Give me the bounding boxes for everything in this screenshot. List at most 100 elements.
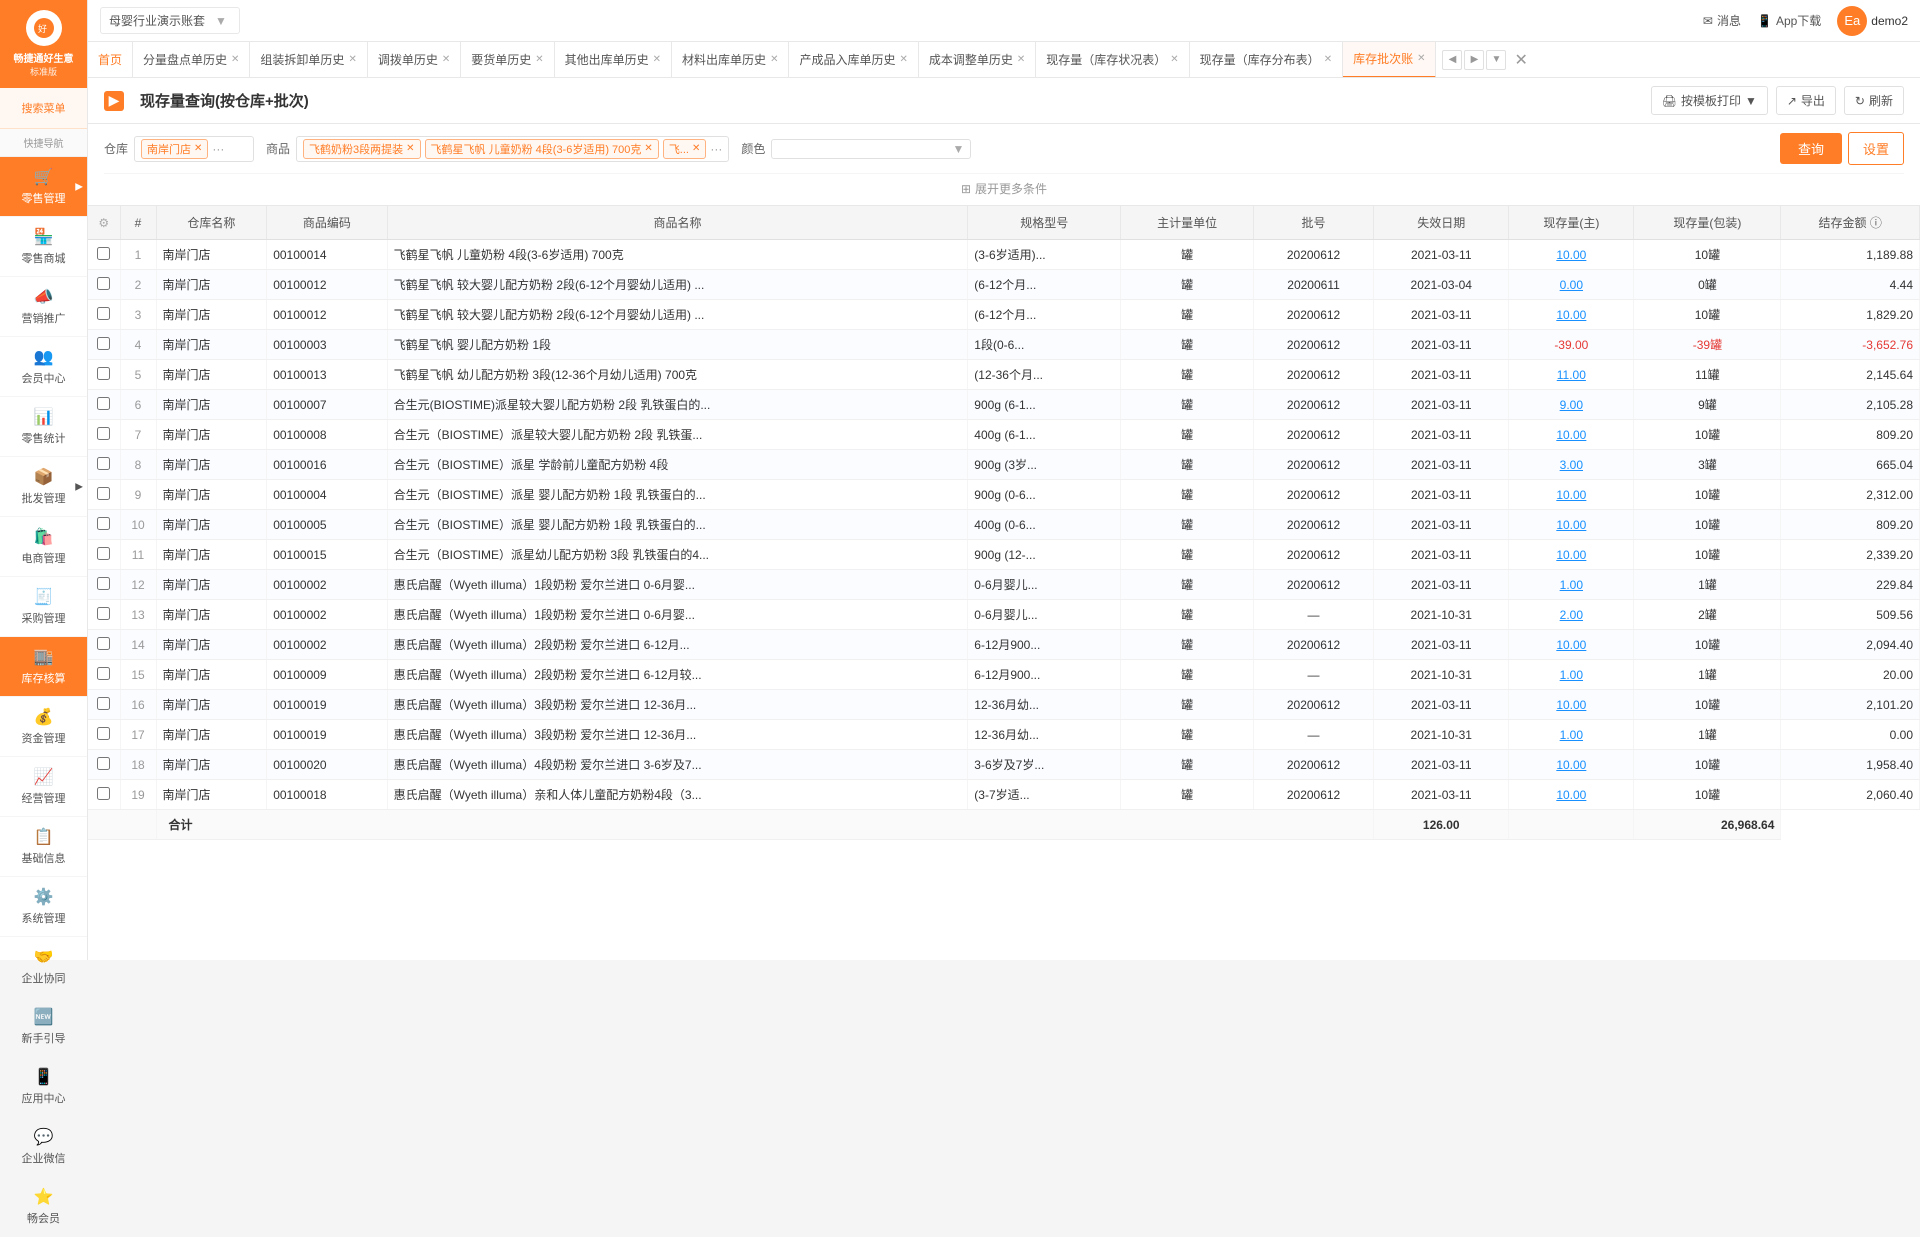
warehouse-more-btn[interactable]: ··· bbox=[212, 142, 224, 156]
tab-product-in-close[interactable]: ✕ bbox=[899, 54, 907, 65]
sidebar-item-ecommerce[interactable]: 🛍️ 电商管理 bbox=[0, 517, 87, 577]
cell-checkbox[interactable] bbox=[88, 480, 120, 510]
tab-batch-ledger-close[interactable]: ✕ bbox=[1417, 53, 1425, 64]
template-dropdown-icon[interactable]: ▼ bbox=[1745, 94, 1757, 108]
tab-inv-dist-close[interactable]: ✕ bbox=[1324, 54, 1332, 65]
cell-checkbox[interactable] bbox=[88, 690, 120, 720]
warehouse-tag-container[interactable]: 南岸门店 ✕ ··· bbox=[134, 136, 254, 162]
product-more-btn[interactable]: ··· bbox=[710, 142, 722, 156]
cell-checkbox[interactable] bbox=[88, 630, 120, 660]
tab-material-out-close[interactable]: ✕ bbox=[770, 54, 778, 65]
cell-qty-main[interactable]: 10.00 bbox=[1509, 540, 1634, 570]
cell-qty-main[interactable]: 10.00 bbox=[1509, 690, 1634, 720]
sidebar-item-vip[interactable]: ⭐ 畅会员 bbox=[0, 1177, 87, 1237]
sidebar-item-wechat[interactable]: 💬 企业微信 bbox=[0, 1117, 87, 1177]
export-btn[interactable]: ↗ 导出 bbox=[1776, 86, 1836, 115]
sidebar-item-purchase[interactable]: 🧾 采购管理 bbox=[0, 577, 87, 637]
cell-checkbox[interactable] bbox=[88, 360, 120, 390]
cell-qty-main[interactable]: 1.00 bbox=[1509, 570, 1634, 600]
template-print-btn[interactable]: 🖨 按模板打印 ▼ bbox=[1651, 86, 1768, 115]
cell-checkbox[interactable] bbox=[88, 570, 120, 600]
cell-qty-main[interactable]: 10.00 bbox=[1509, 630, 1634, 660]
sidebar-item-collab[interactable]: 🤝 企业协同 bbox=[0, 937, 87, 997]
settings-btn[interactable]: 设置 bbox=[1848, 132, 1904, 165]
cell-checkbox[interactable] bbox=[88, 240, 120, 270]
tab-cost-adj-close[interactable]: ✕ bbox=[1017, 54, 1025, 65]
cell-qty-main[interactable]: 2.00 bbox=[1509, 600, 1634, 630]
tab-disassemble[interactable]: 组装拆卸单历史 ✕ bbox=[250, 42, 367, 78]
cell-qty-main[interactable]: 1.00 bbox=[1509, 660, 1634, 690]
sidebar-item-ops[interactable]: 📈 经营管理 bbox=[0, 757, 87, 817]
tab-inv-status-close[interactable]: ✕ bbox=[1170, 54, 1178, 65]
product-tag-container[interactable]: 飞鹤奶粉3段两提装 ✕ 飞鹤星飞帆 儿童奶粉 4段(3-6岁适用) 700克 ✕… bbox=[296, 136, 729, 162]
cell-checkbox[interactable] bbox=[88, 420, 120, 450]
sidebar-item-wholesale[interactable]: 📦 批发管理 ▶ bbox=[0, 457, 87, 517]
product-tag-1-close[interactable]: ✕ bbox=[406, 143, 414, 154]
tabs-close-all-btn[interactable]: ✕ bbox=[1508, 50, 1533, 70]
cell-checkbox[interactable] bbox=[88, 330, 120, 360]
cell-checkbox[interactable] bbox=[88, 390, 120, 420]
cell-checkbox[interactable] bbox=[88, 510, 120, 540]
cell-checkbox[interactable] bbox=[88, 270, 120, 300]
cell-qty-main[interactable]: 3.00 bbox=[1509, 450, 1634, 480]
column-settings-icon[interactable]: ⚙ bbox=[98, 216, 109, 230]
query-btn[interactable]: 查询 bbox=[1780, 133, 1842, 164]
tabs-prev-btn[interactable]: ◀ bbox=[1442, 50, 1462, 70]
tab-home[interactable]: 首页 bbox=[88, 42, 133, 78]
cell-checkbox[interactable] bbox=[88, 660, 120, 690]
warehouse-tag-close[interactable]: ✕ bbox=[194, 143, 202, 154]
cell-qty-main[interactable]: 10.00 bbox=[1509, 240, 1634, 270]
topbar-user[interactable]: Ea demo2 bbox=[1837, 6, 1908, 36]
tab-split[interactable]: 分量盘点单历史 ✕ bbox=[133, 42, 250, 78]
cell-qty-main[interactable]: 10.00 bbox=[1509, 480, 1634, 510]
tab-other-out-close[interactable]: ✕ bbox=[653, 54, 661, 65]
sidebar-item-base[interactable]: 📋 基础信息 bbox=[0, 817, 87, 877]
sidebar-logo[interactable]: 好 畅捷通好生意 标准版 bbox=[0, 0, 87, 88]
sidebar-item-system[interactable]: ⚙️ 系统管理 bbox=[0, 877, 87, 937]
tab-transfer[interactable]: 调拨单历史 ✕ bbox=[368, 42, 461, 78]
refresh-btn[interactable]: ↻ 刷新 bbox=[1844, 86, 1904, 115]
topbar-msg-btn[interactable]: ✉ 消息 bbox=[1703, 12, 1741, 29]
tab-transfer-close[interactable]: ✕ bbox=[442, 54, 450, 65]
tab-batch-ledger[interactable]: 库存批次账 ✕ bbox=[1343, 42, 1436, 78]
cell-checkbox[interactable] bbox=[88, 600, 120, 630]
cell-qty-main[interactable]: 1.00 bbox=[1509, 720, 1634, 750]
sidebar-item-finance[interactable]: 💰 资金管理 bbox=[0, 697, 87, 757]
tab-inv-dist[interactable]: 现存量（库存分布表） ✕ bbox=[1190, 42, 1343, 78]
cell-checkbox[interactable] bbox=[88, 780, 120, 810]
tabs-next-btn[interactable]: ▶ bbox=[1464, 50, 1484, 70]
cell-qty-main[interactable]: 11.00 bbox=[1509, 360, 1634, 390]
tab-disassemble-close[interactable]: ✕ bbox=[348, 54, 356, 65]
cell-qty-main[interactable]: 10.00 bbox=[1509, 750, 1634, 780]
tab-product-in[interactable]: 产成品入库单历史 ✕ bbox=[789, 42, 918, 78]
color-dropdown-icon[interactable]: ▼ bbox=[953, 142, 965, 156]
cell-qty-main[interactable]: 10.00 bbox=[1509, 510, 1634, 540]
filter-expand-area[interactable]: ⊞ 展开更多条件 bbox=[104, 173, 1904, 197]
account-dropdown-icon[interactable]: ▼ bbox=[215, 14, 227, 28]
sidebar-search[interactable]: 搜索菜单 bbox=[0, 88, 87, 129]
sidebar-item-guide[interactable]: 🆕 新手引导 bbox=[0, 997, 87, 1057]
tab-split-close[interactable]: ✕ bbox=[231, 54, 239, 65]
sidebar-item-retail[interactable]: 🛒 零售管理 ▶ bbox=[0, 157, 87, 217]
cell-qty-main[interactable]: 10.00 bbox=[1509, 300, 1634, 330]
cell-qty-main[interactable]: 10.00 bbox=[1509, 780, 1634, 810]
cell-checkbox[interactable] bbox=[88, 540, 120, 570]
tab-requisition[interactable]: 要货单历史 ✕ bbox=[461, 42, 554, 78]
product-tag-3-close[interactable]: ✕ bbox=[692, 143, 700, 154]
cell-qty-main[interactable]: 10.00 bbox=[1509, 420, 1634, 450]
tab-material-out[interactable]: 材料出库单历史 ✕ bbox=[672, 42, 789, 78]
cell-checkbox[interactable] bbox=[88, 300, 120, 330]
sidebar-item-shop[interactable]: 🏪 零售商城 bbox=[0, 217, 87, 277]
tab-requisition-close[interactable]: ✕ bbox=[535, 54, 543, 65]
cell-checkbox[interactable] bbox=[88, 450, 120, 480]
cell-qty-main[interactable]: -39.00 bbox=[1509, 330, 1634, 360]
sidebar-item-inventory[interactable]: 🏬 库存核算 bbox=[0, 637, 87, 697]
tabs-menu-btn[interactable]: ▼ bbox=[1486, 50, 1506, 70]
color-tag-container[interactable]: ▼ bbox=[771, 139, 971, 159]
tab-other-out[interactable]: 其他出库单历史 ✕ bbox=[555, 42, 672, 78]
sidebar-item-member[interactable]: 👥 会员中心 bbox=[0, 337, 87, 397]
cell-checkbox[interactable] bbox=[88, 720, 120, 750]
sidebar-item-stats[interactable]: 📊 零售统计 bbox=[0, 397, 87, 457]
search-label[interactable]: 搜索菜单 bbox=[6, 96, 81, 120]
tab-cost-adj[interactable]: 成本调整单历史 ✕ bbox=[919, 42, 1036, 78]
